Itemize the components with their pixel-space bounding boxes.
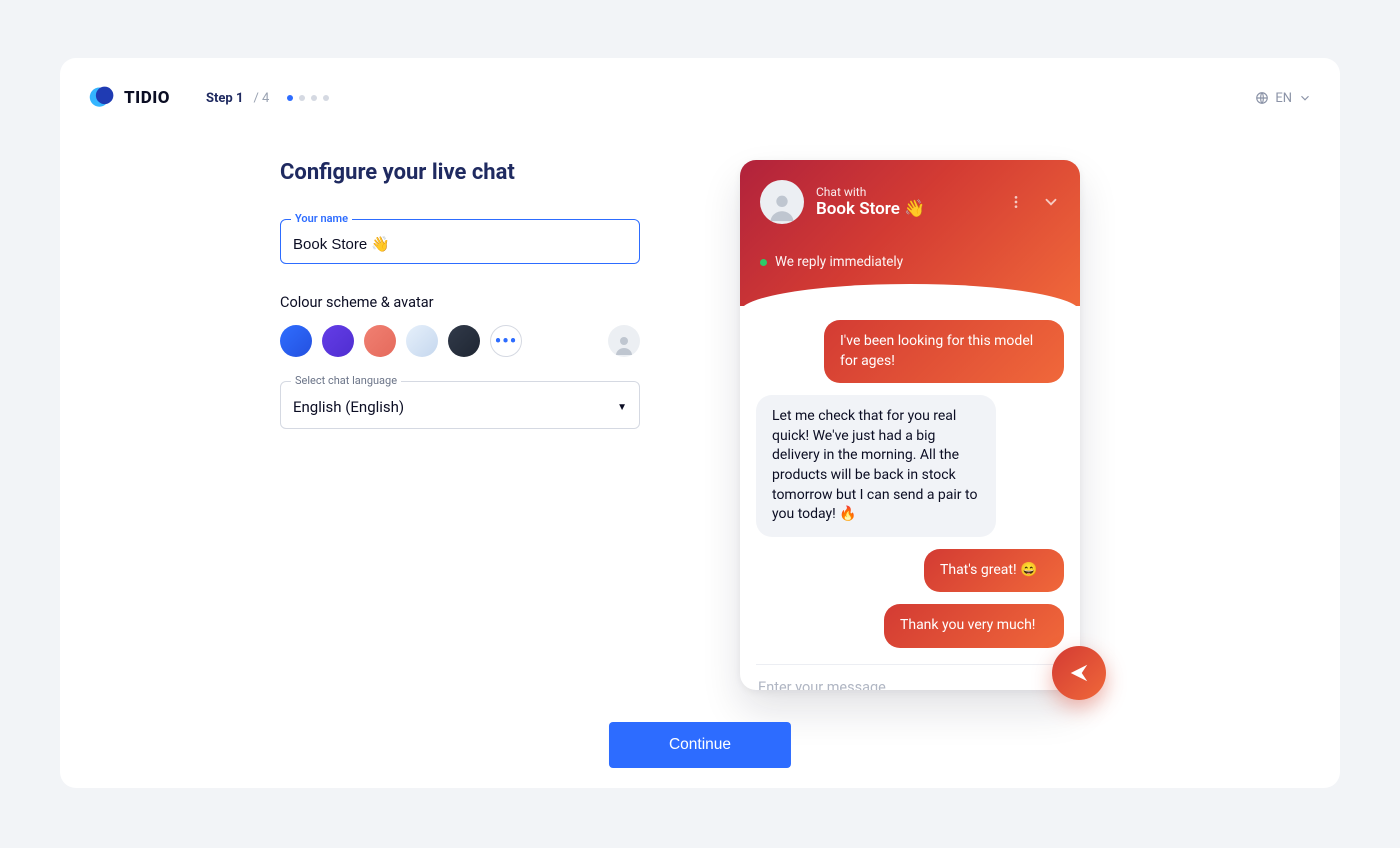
onboarding-card: TIDIO Step 1 / 4 EN Configure your live …: [60, 58, 1340, 788]
send-button[interactable]: [1052, 646, 1106, 700]
business-name: Book Store 👋: [816, 199, 925, 219]
send-icon: [1068, 662, 1090, 684]
message-user: I've been looking for this model for age…: [824, 320, 1064, 383]
avatar-picker[interactable]: [608, 325, 640, 357]
name-input[interactable]: [293, 236, 627, 253]
name-field[interactable]: Your name: [280, 219, 640, 264]
message-input-placeholder[interactable]: Enter your message...: [756, 675, 1064, 690]
step-current: Step 1: [206, 91, 243, 106]
name-field-label: Your name: [291, 212, 352, 225]
colour-swatch-purple[interactable]: [322, 325, 354, 357]
colour-swatch-light[interactable]: [406, 325, 438, 357]
message-user: That's great! 😄: [924, 549, 1064, 593]
menu-dots-icon[interactable]: [1008, 194, 1024, 210]
language-select[interactable]: Select chat language English (English) ▼: [280, 381, 640, 429]
step-dots: [287, 95, 329, 101]
step-dot-2: [299, 95, 305, 101]
page-title: Configure your live chat: [280, 160, 640, 185]
colour-swatch-blue[interactable]: [280, 325, 312, 357]
step-indicator: Step 1 / 4: [206, 91, 329, 106]
chevron-down-icon: ▼: [617, 402, 627, 413]
chat-header-actions: [1008, 193, 1060, 211]
brand-logo: TIDIO: [88, 84, 170, 112]
step-total: / 4: [253, 91, 269, 106]
message-user: Thank you very much!: [884, 604, 1064, 648]
avatar-icon: [612, 333, 636, 357]
step-dot-3: [311, 95, 317, 101]
globe-icon: [1255, 91, 1269, 105]
reply-status: We reply immediately: [760, 254, 1060, 270]
chevron-down-icon[interactable]: [1042, 193, 1060, 211]
colour-swatch-more[interactable]: •••: [490, 325, 522, 357]
chat-preview: Chat with Book Store 👋 We reply immediat…: [740, 160, 1080, 690]
brand-name: TIDIO: [124, 88, 170, 108]
language-select-label: Select chat language: [291, 374, 401, 387]
chat-body: I've been looking for this model for age…: [740, 306, 1080, 690]
chat-widget: Chat with Book Store 👋 We reply immediat…: [740, 160, 1080, 690]
config-form: Configure your live chat Your name Colou…: [280, 160, 640, 690]
chat-with-label: Chat with: [816, 185, 925, 199]
content: Configure your live chat Your name Colou…: [60, 112, 1340, 690]
step-dot-4: [323, 95, 329, 101]
logo-icon: [88, 84, 116, 112]
colour-scheme-label: Colour scheme & avatar: [280, 294, 640, 311]
online-dot-icon: [760, 259, 767, 266]
message-agent: Let me check that for you real quick! We…: [756, 395, 996, 537]
reply-text: We reply immediately: [775, 254, 903, 270]
operator-avatar: [760, 180, 804, 224]
chevron-down-icon: [1298, 91, 1312, 105]
language-picker[interactable]: EN: [1255, 91, 1312, 106]
step-dot-1: [287, 95, 293, 101]
colour-swatches: •••: [280, 325, 640, 357]
colour-swatch-coral[interactable]: [364, 325, 396, 357]
continue-button[interactable]: Continue: [609, 722, 791, 768]
header-left: TIDIO Step 1 / 4: [88, 84, 329, 112]
language-code: EN: [1275, 91, 1292, 106]
colour-swatch-dark[interactable]: [448, 325, 480, 357]
operator-name-block: Chat with Book Store 👋: [816, 185, 925, 219]
divider: [756, 664, 1064, 665]
language-select-value: English (English): [293, 398, 404, 416]
header: TIDIO Step 1 / 4 EN: [60, 58, 1340, 112]
avatar-icon: [765, 190, 799, 224]
